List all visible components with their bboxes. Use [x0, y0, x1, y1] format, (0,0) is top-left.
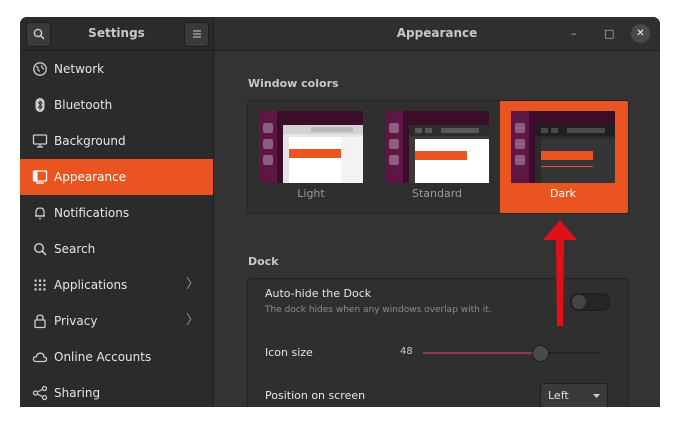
maximize-button[interactable]: □: [604, 17, 614, 50]
window-color-label: Light: [297, 187, 325, 200]
icon-size-slider[interactable]: [423, 345, 601, 362]
sidebar-item-background[interactable]: Background: [20, 123, 213, 159]
sidebar-item-label: Applications: [54, 278, 128, 292]
search-icon: [33, 242, 47, 256]
share-icon: [32, 385, 48, 401]
sidebar-item-bluetooth[interactable]: Bluetooth: [20, 87, 213, 123]
dock-heading: Dock: [248, 255, 279, 268]
page-title: Appearance: [396, 26, 478, 40]
apps-grid-icon: [34, 279, 46, 291]
position-dropdown[interactable]: Left: [540, 383, 608, 407]
settings-window: Settings Appearance – □ ✕ Network Blueto…: [20, 17, 660, 407]
standard-theme-preview: [385, 111, 489, 183]
sidebar-item-sharing[interactable]: Sharing: [20, 375, 213, 407]
caret-down-icon: [593, 394, 600, 398]
sidebar-item-appearance[interactable]: Appearance: [20, 159, 213, 195]
sidebar-item-privacy[interactable]: Privacy 〉: [20, 303, 213, 339]
slider-fill: [423, 352, 541, 354]
autohide-description: The dock hides when any windows overlap …: [265, 305, 492, 315]
monitor-icon: [32, 134, 48, 148]
close-button[interactable]: ✕: [631, 24, 650, 43]
appearance-panel: Window colors Light Standard Dark Dock A…: [214, 51, 660, 407]
position-dropdown-value: Left: [548, 389, 569, 402]
sidebar: Network Bluetooth Background Appearance …: [20, 51, 214, 407]
sidebar-item-label: Privacy: [54, 314, 98, 328]
menu-button[interactable]: [184, 22, 209, 47]
appearance-icon: [32, 170, 48, 184]
window-colors-heading: Window colors: [248, 77, 339, 90]
minimize-button[interactable]: –: [571, 17, 577, 50]
bluetooth-icon: [35, 98, 45, 112]
window-colors-chooser: Light Standard Dark: [247, 100, 629, 214]
sidebar-item-label: Network: [54, 62, 105, 76]
window-color-standard[interactable]: Standard: [374, 101, 500, 213]
icon-size-value: 48: [400, 346, 413, 357]
window-color-light[interactable]: Light: [248, 101, 374, 213]
sidebar-item-label: Notifications: [54, 206, 130, 220]
window-color-label: Dark: [549, 187, 577, 200]
sidebar-item-applications[interactable]: Applications 〉: [20, 267, 213, 303]
sidebar-item-online-accounts[interactable]: Online Accounts: [20, 339, 213, 375]
sidebar-item-label: Appearance: [54, 170, 127, 184]
lock-icon: [34, 314, 46, 329]
sidebar-item-label: Online Accounts: [54, 350, 152, 364]
sidebar-headerbar: Settings: [20, 17, 214, 51]
sidebar-item-search[interactable]: Search: [20, 231, 213, 267]
sidebar-item-label: Sharing: [54, 386, 101, 400]
light-theme-preview: [259, 111, 363, 183]
sidebar-item-notifications[interactable]: Notifications: [20, 195, 213, 231]
slider-handle[interactable]: [532, 345, 550, 362]
autohide-label: Auto-hide the Dock: [265, 287, 372, 300]
sidebar-item-label: Background: [54, 134, 126, 148]
network-icon: [33, 62, 47, 76]
chevron-right-icon: 〉: [185, 313, 199, 328]
dark-theme-preview: [511, 111, 615, 183]
icon-size-label: Icon size: [265, 346, 313, 359]
bell-icon: [35, 207, 45, 220]
sidebar-item-label: Bluetooth: [54, 98, 113, 112]
hamburger-menu-icon: [192, 30, 201, 38]
window-color-label: Standard: [411, 187, 463, 200]
annotation-arrow-icon: [543, 220, 577, 326]
sidebar-item-network[interactable]: Network: [20, 51, 213, 87]
cloud-icon: [32, 352, 48, 363]
window-color-dark[interactable]: Dark: [500, 101, 628, 213]
position-label: Position on screen: [265, 389, 366, 402]
main-headerbar: Appearance – □ ✕: [214, 17, 660, 51]
sidebar-item-label: Search: [54, 242, 96, 256]
chevron-right-icon: 〉: [185, 277, 199, 292]
